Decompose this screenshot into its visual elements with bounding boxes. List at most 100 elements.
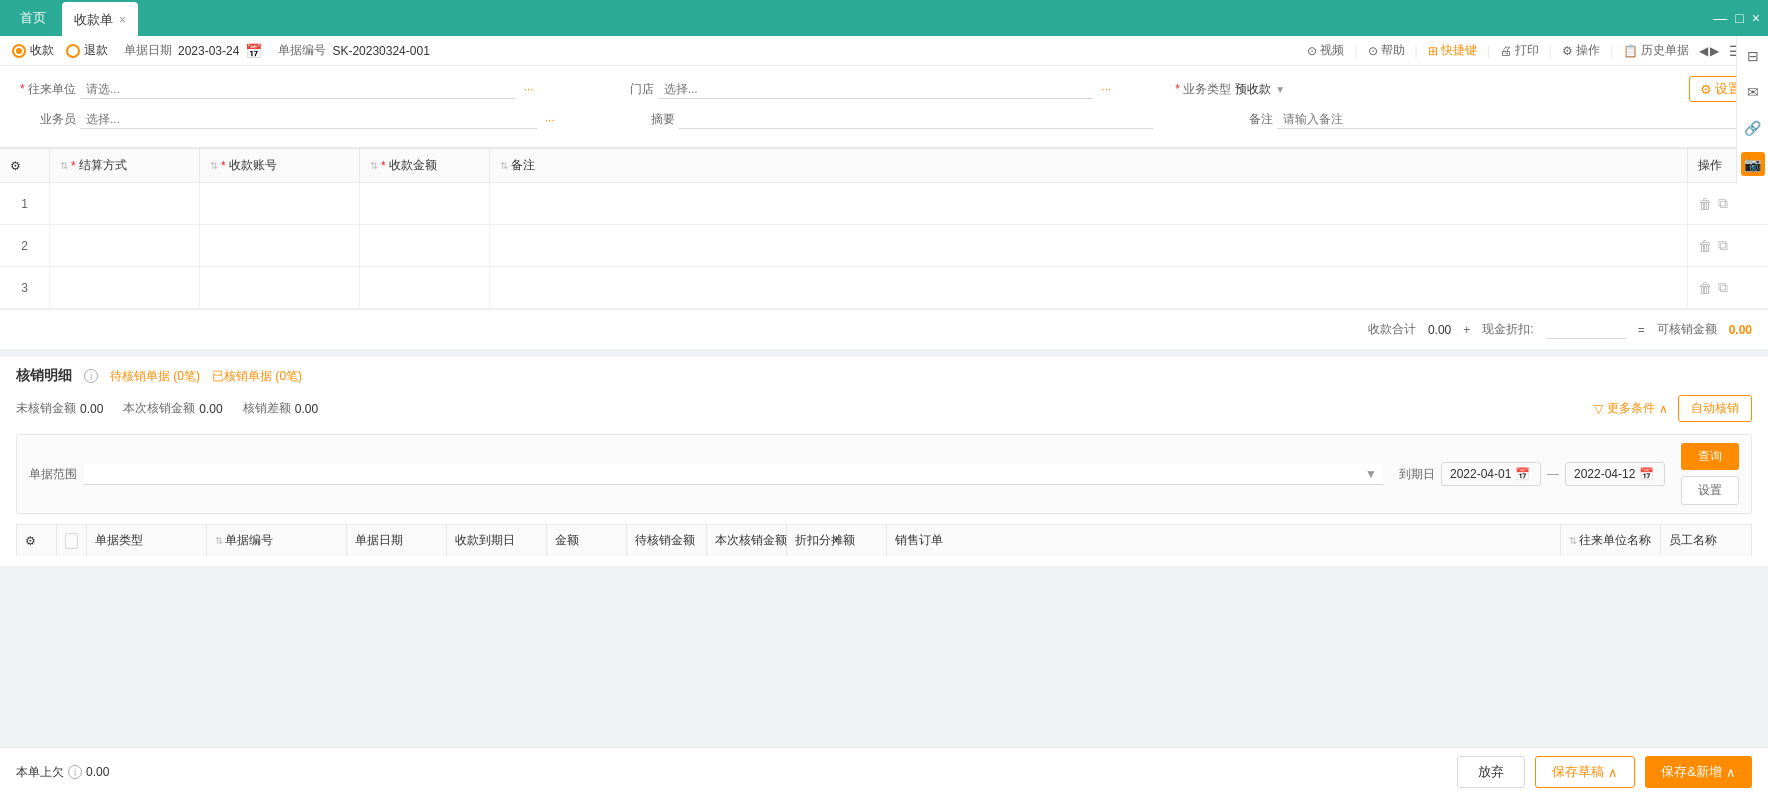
discount-input[interactable] [1546, 320, 1626, 339]
receive-radio[interactable]: 收款 [12, 42, 54, 59]
minimize-btn[interactable]: — [1713, 10, 1727, 26]
available-label: 可核销金额 [1657, 321, 1717, 338]
toolbar: 收款 退款 单据日期 2023-03-24 📅 单据编号 SK-20230324… [0, 36, 1768, 66]
row-settlement-3[interactable] [50, 267, 200, 308]
row-amount-3[interactable] [360, 267, 490, 308]
writeoff-section: 核销明细 i 待核销单据 (0笔) 已核销单据 (0笔) 未核销金额 0.00 … [0, 357, 1768, 566]
summary-input[interactable] [679, 110, 1154, 129]
business-type-label: * 业务类型 [1171, 81, 1231, 98]
current-value: 0.00 [199, 402, 222, 416]
current-stat: 本次核销金额 0.00 [123, 400, 222, 417]
business-type-field: * 业务类型 预收款 ▼ [1171, 81, 1689, 98]
panel-link-icon[interactable]: 🔗 [1741, 116, 1765, 140]
print-btn[interactable]: 🖨 打印 [1500, 42, 1539, 59]
row-num-2: 2 [0, 225, 50, 266]
panel-table-icon[interactable]: ⊟ [1741, 44, 1765, 68]
to-date-input[interactable]: 2022-04-12 📅 [1565, 462, 1665, 486]
video-btn[interactable]: ⊙ 视频 [1307, 42, 1344, 59]
history-icon: 📋 [1623, 44, 1638, 58]
range-select[interactable]: ▼ [83, 464, 1383, 485]
counterparty-more-icon[interactable]: ··· [524, 82, 534, 96]
maximize-btn[interactable]: □ [1735, 10, 1743, 26]
more-conditions-btn[interactable]: ▽ 更多条件 ∧ [1594, 400, 1668, 417]
row-remark-2[interactable] [490, 225, 1688, 266]
store-more-icon[interactable]: ··· [1101, 82, 1111, 96]
row-remark-3[interactable] [490, 267, 1688, 308]
panel-mail-icon[interactable]: ✉ [1741, 80, 1765, 104]
row-account-1[interactable] [200, 183, 360, 224]
counterparty-input[interactable] [80, 80, 516, 99]
close-btn[interactable]: × [1752, 10, 1760, 26]
th-account: ⇅ * 收款账号 [200, 149, 360, 182]
row-num-1: 1 [0, 183, 50, 224]
row-settlement-2[interactable] [50, 225, 200, 266]
to-date-value: 2022-04-12 [1574, 467, 1635, 481]
select-all-checkbox[interactable] [65, 533, 78, 549]
pending-tab[interactable]: 待核销单据 (0笔) [110, 368, 200, 385]
auto-writeoff-btn[interactable]: 自动核销 [1678, 395, 1752, 422]
operate-btn[interactable]: ⚙ 操作 [1562, 42, 1600, 59]
diff-stat: 核销差额 0.00 [243, 400, 318, 417]
remark-input[interactable] [1277, 110, 1752, 129]
tab-home[interactable]: 首页 [8, 0, 58, 36]
business-type-dropdown-icon[interactable]: ▼ [1275, 84, 1285, 95]
tab-active[interactable]: 收款单 × [62, 2, 138, 38]
nav-arrows: ◀ ▶ [1699, 44, 1719, 58]
date-value[interactable]: 2023-03-24 [178, 44, 239, 58]
sub-th-discount: 折扣分摊额 [787, 525, 887, 556]
row-amount-1[interactable] [360, 183, 490, 224]
row-account-3[interactable] [200, 267, 360, 308]
staff-input[interactable] [80, 110, 537, 129]
search-buttons: 查询 设置 [1681, 443, 1739, 505]
diff-value: 0.00 [295, 402, 318, 416]
writeoff-title: 核销明细 [16, 367, 72, 385]
window-controls: — □ × [1713, 10, 1760, 26]
range-dropdown-icon: ▼ [1365, 467, 1377, 481]
sub-th-due-date: 收款到期日 [447, 525, 547, 556]
receive-radio-dot [12, 44, 26, 58]
delete-icon-1[interactable]: 🗑 [1698, 196, 1712, 212]
copy-icon-2[interactable]: ⧉ [1718, 237, 1728, 254]
shortcut-btn[interactable]: ⊞ 快捷键 [1428, 42, 1477, 59]
th-settings[interactable]: ⚙ [0, 149, 50, 182]
th-settlement: ⇅ * 结算方式 [50, 149, 200, 182]
nav-right-icon[interactable]: ▶ [1710, 44, 1719, 58]
help-btn[interactable]: ⊙ 帮助 [1368, 42, 1405, 59]
store-label: 门店 [594, 81, 654, 98]
from-date-input[interactable]: 2022-04-01 📅 [1441, 462, 1541, 486]
row-amount-2[interactable] [360, 225, 490, 266]
query-btn[interactable]: 查询 [1681, 443, 1739, 470]
store-input[interactable] [658, 80, 1094, 99]
staff-more-icon[interactable]: ··· [545, 113, 555, 127]
sub-th-checkbox[interactable] [57, 525, 87, 556]
delete-icon-2[interactable]: 🗑 [1698, 238, 1712, 254]
nav-left-icon[interactable]: ◀ [1699, 44, 1708, 58]
completed-tab[interactable]: 已核销单据 (0笔) [212, 368, 302, 385]
info-icon[interactable]: i [84, 369, 98, 383]
row-settlement-1[interactable] [50, 183, 200, 224]
table-row: 1 🗑 ⧉ [0, 183, 1768, 225]
sub-setting-btn[interactable]: 设置 [1681, 476, 1739, 505]
copy-icon-3[interactable]: ⧉ [1718, 279, 1728, 296]
copy-icon-1[interactable]: ⧉ [1718, 195, 1728, 212]
table-row: 2 🗑 ⧉ [0, 225, 1768, 267]
calendar-from-icon[interactable]: 📅 [1515, 467, 1530, 481]
equals-label: = [1638, 323, 1645, 337]
refund-radio[interactable]: 退款 [66, 42, 108, 59]
row-remark-1[interactable] [490, 183, 1688, 224]
shortcut-label: 快捷键 [1441, 42, 1477, 59]
delete-icon-3[interactable]: 🗑 [1698, 280, 1712, 296]
th-remark: ⇅ 备注 [490, 149, 1688, 182]
tab-close-icon[interactable]: × [119, 13, 126, 27]
sub-th-settings[interactable]: ⚙ [17, 525, 57, 556]
row-account-2[interactable] [200, 225, 360, 266]
total-value: 0.00 [1428, 323, 1451, 337]
calendar-icon[interactable]: 📅 [245, 43, 262, 59]
refund-label: 退款 [84, 42, 108, 59]
calendar-to-icon[interactable]: 📅 [1639, 467, 1654, 481]
history-btn[interactable]: 📋 历史单据 [1623, 42, 1689, 59]
panel-camera-icon[interactable]: 📷 [1741, 152, 1765, 176]
date-field: 单据日期 2023-03-24 📅 [124, 42, 262, 59]
help-label: 帮助 [1381, 42, 1405, 59]
required-mark: * [221, 159, 226, 173]
